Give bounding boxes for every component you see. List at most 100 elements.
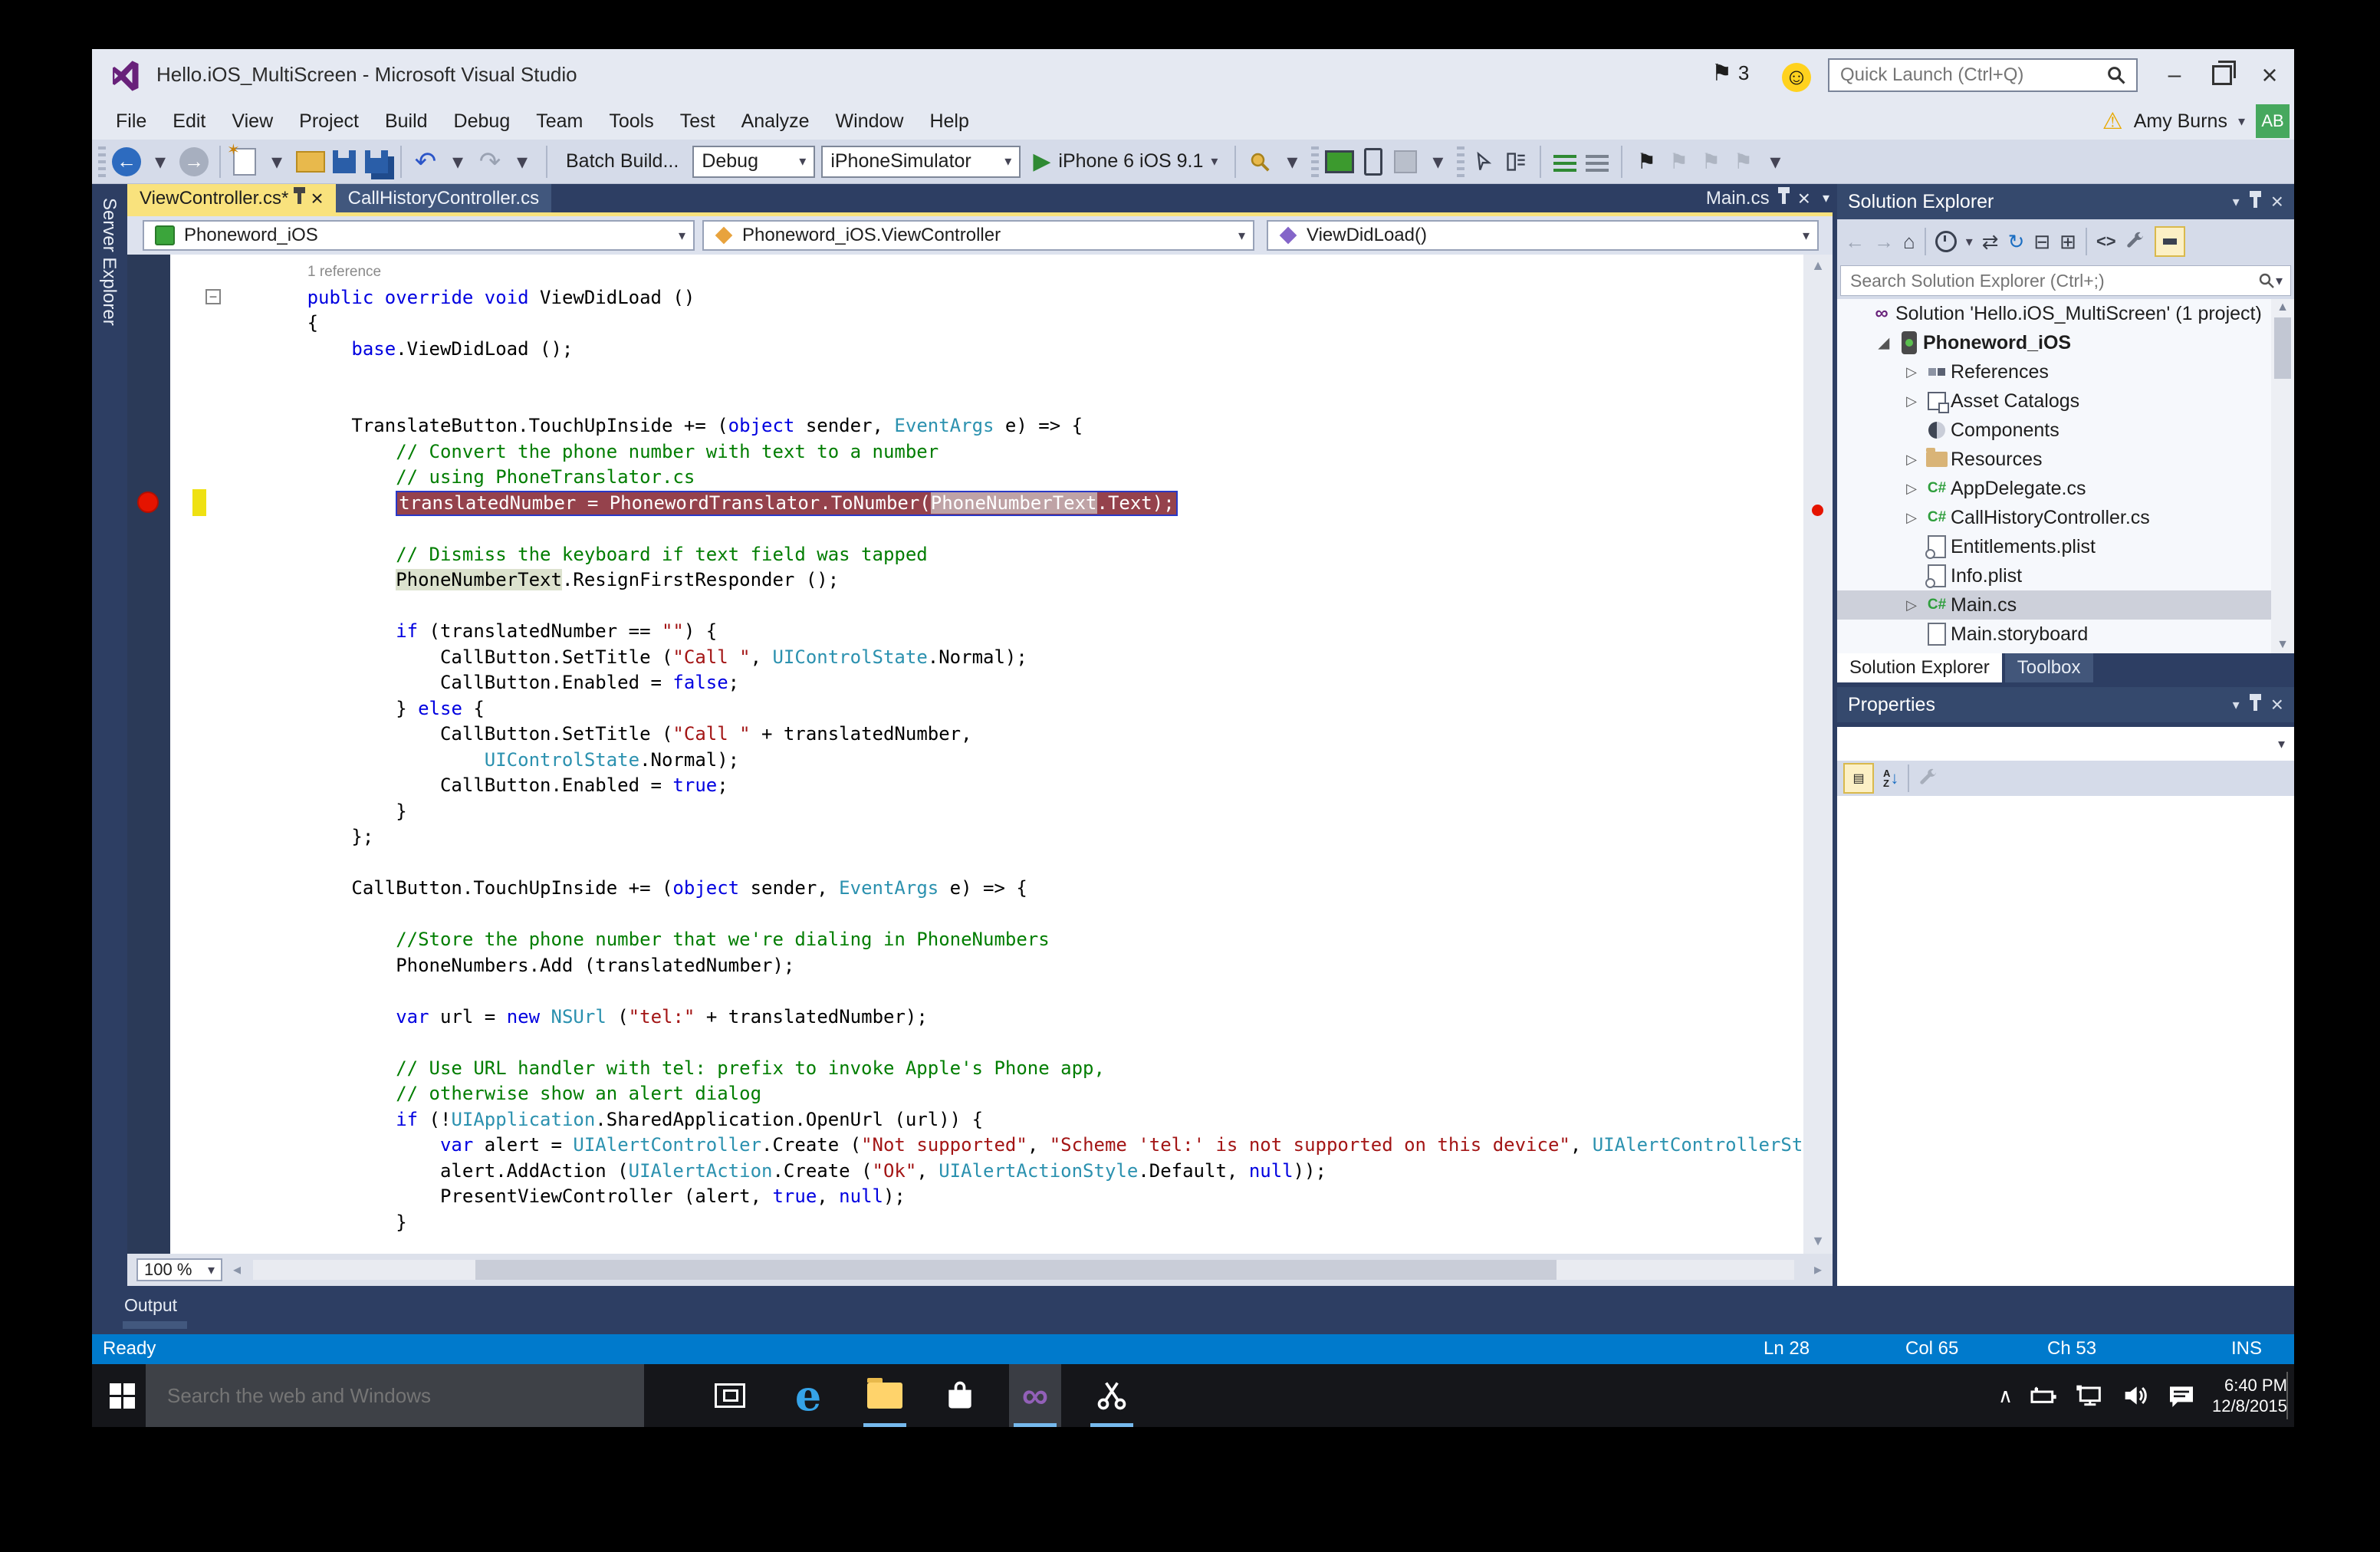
- start-debugging-button[interactable]: ▶ iPhone 6 iOS 9.1 ▾: [1027, 148, 1224, 175]
- horizontal-scrollbar[interactable]: [253, 1260, 1794, 1280]
- collapse-all-icon[interactable]: ⊟: [2033, 230, 2050, 254]
- tab-list-dropdown[interactable]: ▾: [1823, 190, 1829, 206]
- tree-item-references[interactable]: ▷References: [1837, 357, 2294, 386]
- navigate-forward-button[interactable]: →: [179, 144, 209, 179]
- expander-icon[interactable]: ◢: [1872, 335, 1895, 351]
- previous-bookmark-button[interactable]: ⚑: [1665, 144, 1691, 179]
- expander-icon[interactable]: ▷: [1900, 597, 1923, 613]
- new-file-dropdown[interactable]: ▾: [264, 144, 290, 179]
- expander-icon[interactable]: ▷: [1900, 452, 1923, 468]
- restore-button[interactable]: [2202, 55, 2242, 95]
- type-dropdown[interactable]: Phoneword_iOS.ViewController ▾: [702, 220, 1254, 251]
- next-bookmark-button[interactable]: ⚑: [1698, 144, 1724, 179]
- feedback-flag-button[interactable]: ⚑ 3: [1711, 60, 1749, 87]
- selection-button[interactable]: [1471, 144, 1497, 179]
- tree-item-components[interactable]: Components: [1837, 416, 2294, 445]
- simulator-screen-button[interactable]: [1325, 144, 1354, 179]
- chevron-down-icon[interactable]: ▾: [2238, 113, 2245, 130]
- clear-bookmarks-button[interactable]: ⚑: [1730, 144, 1756, 179]
- home-icon[interactable]: ⌂: [1903, 230, 1915, 254]
- device-button[interactable]: [1360, 144, 1386, 179]
- tree-item-callhistorycontroller-cs[interactable]: ▷C#CallHistoryController.cs: [1837, 503, 2294, 532]
- tab-toolbox[interactable]: Toolbox: [2005, 653, 2093, 682]
- scroll-up-icon[interactable]: ▲: [2271, 301, 2294, 314]
- tree-item-appdelegate-cs[interactable]: ▷C#AppDelegate.cs: [1837, 474, 2294, 503]
- edge-browser-button[interactable]: e: [782, 1364, 834, 1427]
- chevron-down-icon[interactable]: ▾: [1966, 234, 1973, 250]
- menu-project[interactable]: Project: [286, 103, 372, 140]
- close-icon[interactable]: ×: [2271, 191, 2283, 212]
- open-file-button[interactable]: [296, 144, 325, 179]
- snipping-tool-button[interactable]: [1086, 1364, 1138, 1427]
- code-fold-toggle[interactable]: −: [205, 289, 221, 304]
- tree-item-main-storyboard[interactable]: Main.storyboard: [1837, 620, 2294, 649]
- minimize-button[interactable]: –: [2155, 55, 2194, 95]
- batch-build-button[interactable]: Batch Build...: [558, 150, 686, 173]
- package-button[interactable]: [1392, 144, 1418, 179]
- taskbar-search-box[interactable]: [146, 1364, 644, 1427]
- pin-icon[interactable]: [2253, 699, 2257, 711]
- tab-solution-explorer[interactable]: Solution Explorer: [1837, 653, 2002, 682]
- tree-item-main-cs[interactable]: ▷C#Main.cs: [1837, 590, 2294, 620]
- categorized-button[interactable]: ▤: [1843, 763, 1874, 794]
- properties-object-dropdown[interactable]: ▾: [1837, 727, 2294, 761]
- chevron-down-icon[interactable]: ▾: [2233, 697, 2240, 713]
- pin-icon[interactable]: [1782, 192, 1786, 204]
- expander-icon[interactable]: ▷: [1900, 393, 1923, 409]
- server-explorer-tab[interactable]: Server Explorer: [92, 184, 127, 1286]
- tree-item-asset-catalogs[interactable]: ▷Asset Catalogs: [1837, 386, 2294, 416]
- visual-studio-taskbar-button[interactable]: ∞: [1009, 1364, 1061, 1427]
- menu-file[interactable]: File: [103, 103, 159, 140]
- solution-explorer-titlebar[interactable]: Solution Explorer ▾ ×: [1837, 184, 2294, 219]
- network-icon[interactable]: [2074, 1380, 2105, 1411]
- pin-icon[interactable]: [298, 192, 301, 204]
- feedback-smiley-button[interactable]: ☺: [1782, 63, 1811, 92]
- editor-zoom-dropdown[interactable]: 100 % ▾: [136, 1258, 222, 1281]
- save-button[interactable]: [331, 144, 357, 179]
- show-desktop-separator[interactable]: [2286, 1372, 2288, 1419]
- scroll-down-icon[interactable]: ▼: [2271, 638, 2294, 652]
- search-input[interactable]: [1849, 270, 2257, 292]
- expander-icon[interactable]: ▷: [1900, 364, 1923, 380]
- refresh-icon[interactable]: ↻: [2008, 230, 2025, 254]
- windows-store-button[interactable]: [934, 1364, 986, 1427]
- pending-changes-filter-icon[interactable]: [1935, 231, 1957, 252]
- close-button[interactable]: ×: [2250, 55, 2290, 95]
- toolbar-overflow[interactable]: ▾: [1425, 144, 1451, 179]
- tree-item-solution-hello-ios-multiscreen-1-project[interactable]: ∞Solution 'Hello.iOS_MultiScreen' (1 pro…: [1837, 299, 2294, 328]
- output-tab[interactable]: Output: [124, 1295, 177, 1316]
- alphabetical-sort-button[interactable]: AZ↓: [1883, 768, 1898, 788]
- project-dropdown[interactable]: Phoneword_iOS ▾: [143, 220, 695, 251]
- avatar[interactable]: AB: [2256, 104, 2290, 138]
- navigate-back-button[interactable]: ←: [112, 144, 141, 179]
- wrench-icon[interactable]: [1918, 768, 1938, 788]
- chevron-down-icon[interactable]: ▾: [2276, 273, 2283, 289]
- title-bar[interactable]: Hello.iOS_MultiScreen - Microsoft Visual…: [92, 49, 2294, 103]
- menu-view[interactable]: View: [219, 103, 286, 140]
- solution-platform-dropdown[interactable]: iPhoneSimulator▾: [821, 146, 1021, 178]
- menu-debug[interactable]: Debug: [441, 103, 524, 140]
- expander-icon[interactable]: ▷: [1900, 481, 1923, 497]
- wrench-icon[interactable]: [2125, 232, 2145, 252]
- tree-item-entitlements-plist[interactable]: Entitlements.plist: [1837, 532, 2294, 561]
- chevron-down-icon[interactable]: ▾: [2233, 194, 2240, 210]
- tree-scrollbar[interactable]: ▲ ▼: [2271, 299, 2294, 653]
- code-editor[interactable]: 1 reference public override void ViewDid…: [127, 255, 1803, 1254]
- close-icon[interactable]: ×: [2271, 694, 2283, 715]
- find-in-files-button[interactable]: [1247, 144, 1273, 179]
- tree-item-phoneword-ios[interactable]: ◢Phoneword_iOS: [1837, 328, 2294, 357]
- quick-launch-input[interactable]: [1839, 64, 2106, 87]
- back-icon[interactable]: ←: [1845, 230, 1865, 254]
- tab-maincs-preview[interactable]: Main.cs: [1706, 188, 1770, 209]
- start-button[interactable]: [100, 1364, 144, 1427]
- taskbar-search-input[interactable]: [166, 1383, 624, 1409]
- toolbar-overflow[interactable]: ▾: [1762, 144, 1788, 179]
- search-box[interactable]: ▾: [1840, 265, 2291, 296]
- account-name[interactable]: Amy Burns: [2134, 110, 2227, 133]
- file-explorer-button[interactable]: [859, 1364, 911, 1427]
- menu-tools[interactable]: Tools: [596, 103, 666, 140]
- redo-dropdown[interactable]: ▾: [509, 144, 535, 179]
- menu-team[interactable]: Team: [523, 103, 596, 140]
- expander-icon[interactable]: ▷: [1900, 510, 1923, 526]
- show-all-files-icon[interactable]: ⊞: [2059, 230, 2076, 254]
